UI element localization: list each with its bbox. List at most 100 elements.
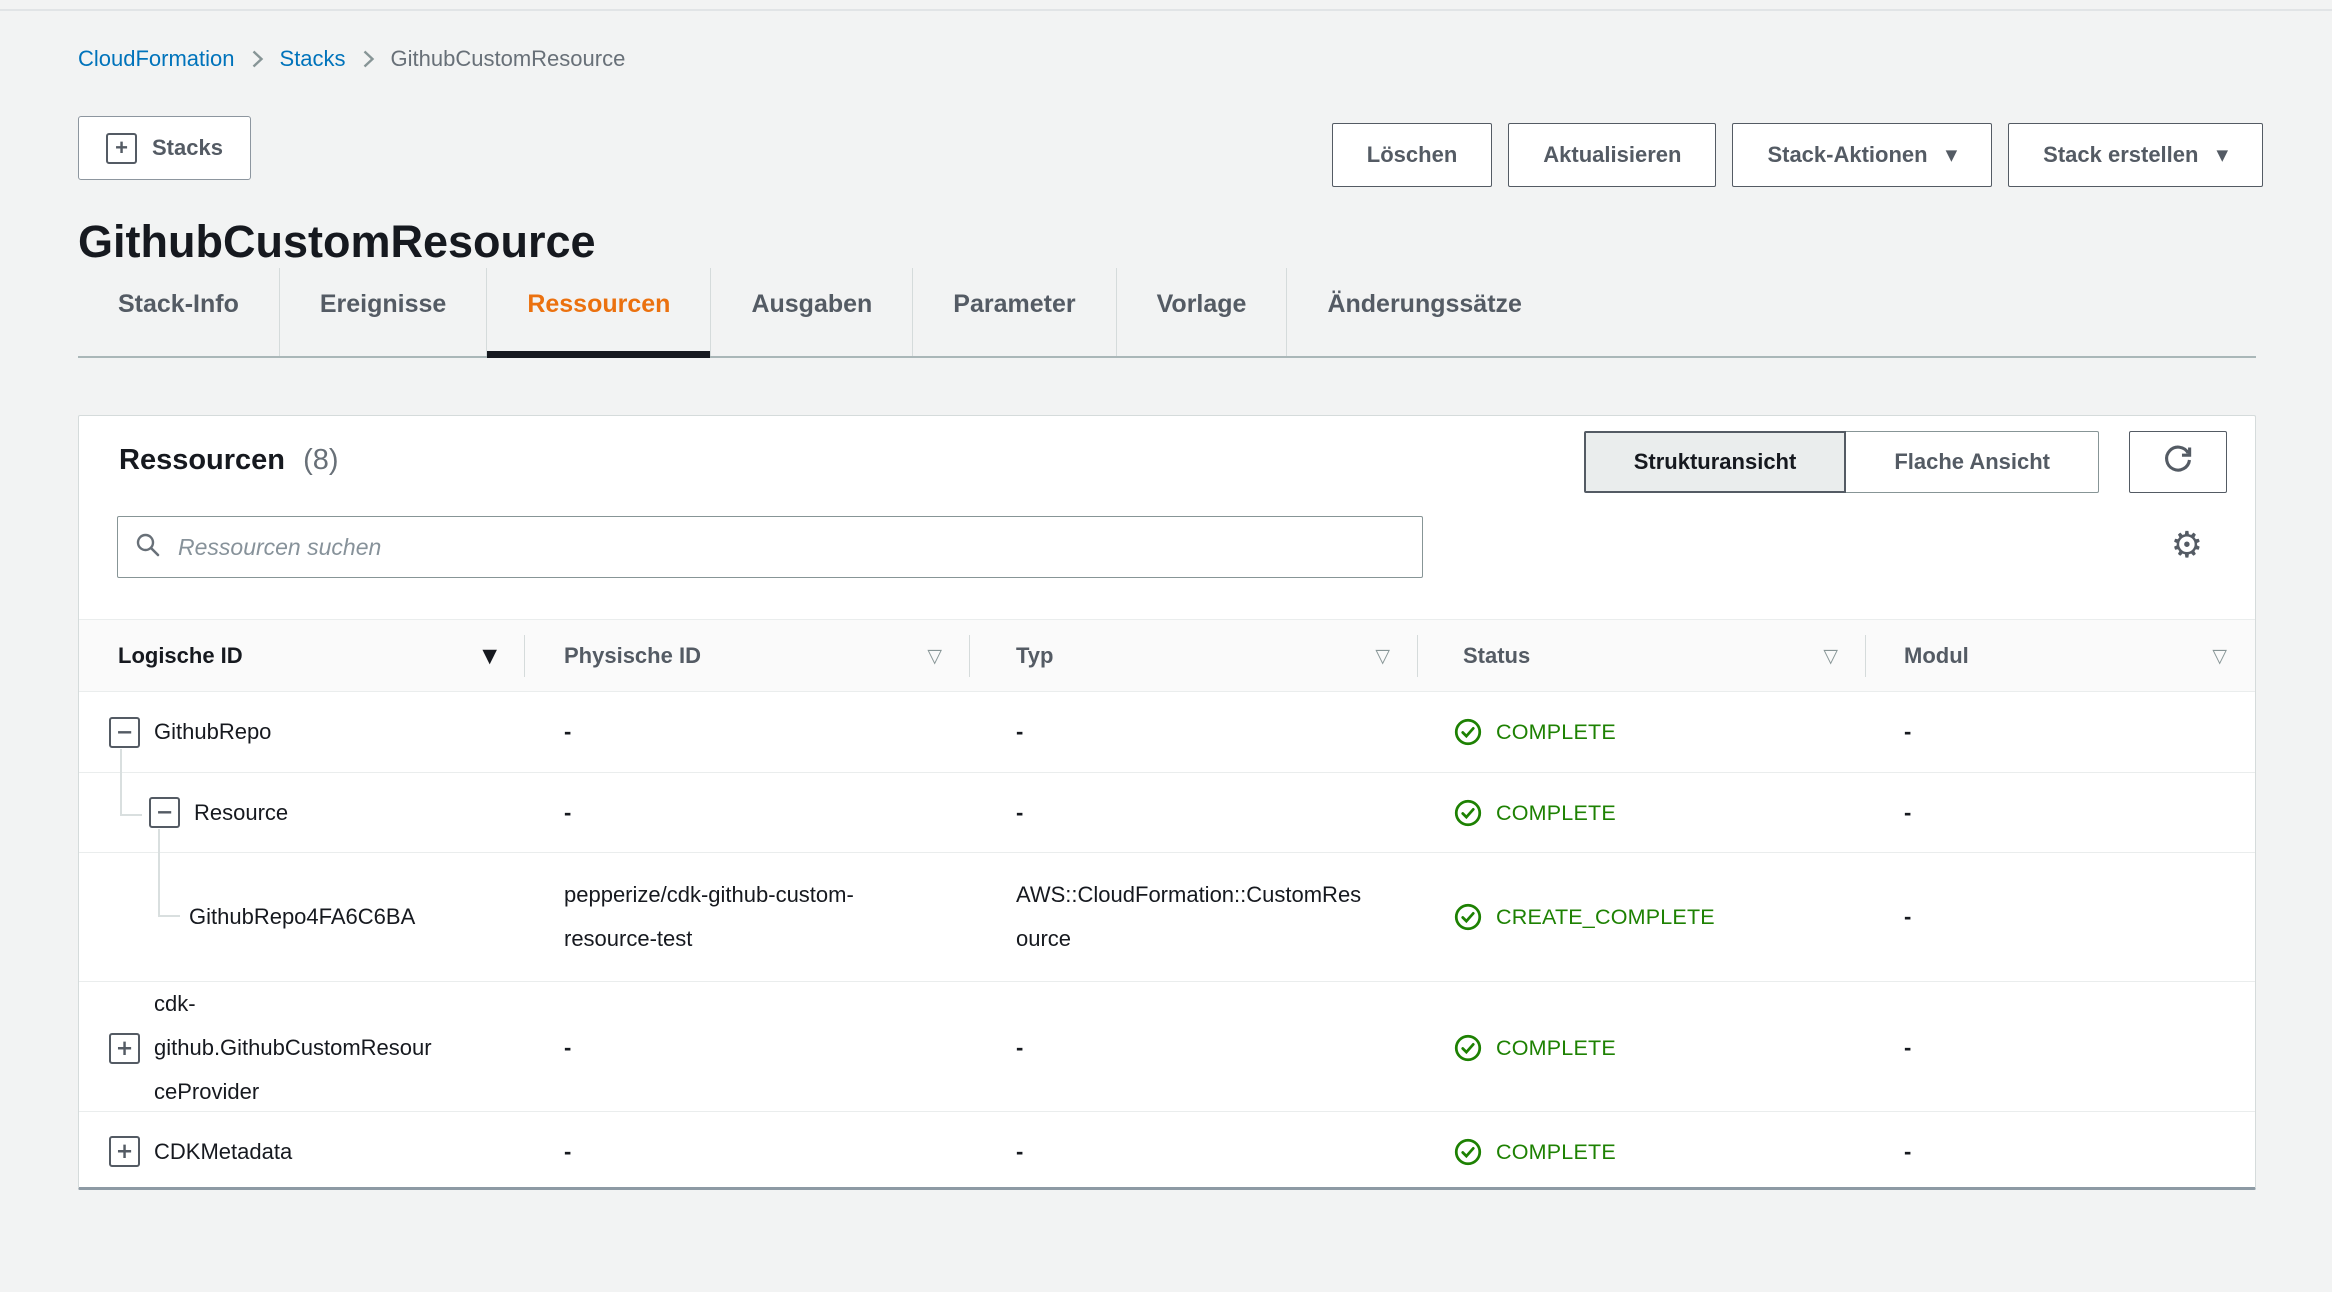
logical-id-text: GithubRepo xyxy=(154,710,271,754)
stack-actions-dropdown[interactable]: Stack-Aktionen ▼ xyxy=(1732,123,1992,187)
physical-id-cell: - xyxy=(525,1026,970,1070)
tree-guide-line xyxy=(120,814,142,816)
status-cell: COMPLETE xyxy=(1418,1130,1866,1174)
column-header-logische-id[interactable]: Logische ID ▼ xyxy=(79,620,525,691)
delete-button[interactable]: Löschen xyxy=(1332,123,1492,187)
module-cell: - xyxy=(1866,1130,2255,1174)
column-label: Status xyxy=(1463,643,1530,669)
status-text: COMPLETE xyxy=(1496,791,1616,835)
filter-icon: ▽ xyxy=(1823,645,1838,667)
search-icon xyxy=(134,531,162,564)
column-header-status[interactable]: Status ▽ xyxy=(1418,620,1866,691)
status-text: CREATE_COMPLETE xyxy=(1496,895,1715,939)
logical-id-cell: + cdk-github.GithubCustomResourceProvide… xyxy=(79,982,525,1114)
tree-view-toggle[interactable]: Strukturansicht xyxy=(1584,431,1847,493)
logical-id-cell: GithubRepo4FA6C6BA xyxy=(79,895,525,939)
panel-title-text: Ressourcen xyxy=(119,444,285,476)
column-label: Logische ID xyxy=(118,643,243,669)
tab-ereignisse[interactable]: Ereignisse xyxy=(279,268,486,356)
logical-id-cell: − Resource xyxy=(79,791,525,835)
status-cell: CREATE_COMPLETE xyxy=(1418,895,1866,939)
expand-plus-icon: + xyxy=(106,133,137,164)
tab-aenderungssaetze[interactable]: Änderungssätze xyxy=(1286,268,1561,356)
tree-guide-line xyxy=(120,749,122,816)
logical-id-text: cdk-github.GithubCustomResourceProvider xyxy=(154,982,434,1114)
success-icon xyxy=(1453,798,1483,828)
physical-id-cell: pepperize/cdk-github-custom-resource-tes… xyxy=(525,873,970,961)
column-label: Physische ID xyxy=(564,643,701,669)
tree-guide-line xyxy=(158,829,160,917)
search-input[interactable] xyxy=(176,533,1406,562)
logical-id-text: CDKMetadata xyxy=(154,1130,292,1174)
tree-guide-line xyxy=(158,915,180,917)
breadcrumb-link-stacks[interactable]: Stacks xyxy=(280,46,346,72)
table-row: − GithubRepo - - COMPLETE - xyxy=(79,692,2255,773)
column-header-typ[interactable]: Typ ▽ xyxy=(970,620,1418,691)
column-label: Modul xyxy=(1904,643,1969,669)
stack-actions-toolbar: Löschen Aktualisieren Stack-Aktionen ▼ S… xyxy=(1332,123,2263,187)
module-cell: - xyxy=(1866,1026,2255,1070)
success-icon xyxy=(1453,1137,1483,1167)
module-cell: - xyxy=(1866,791,2255,835)
panel-resource-count: (8) xyxy=(303,444,338,476)
breadcrumb: CloudFormation Stacks GithubCustomResour… xyxy=(78,46,625,72)
status-cell: COMPLETE xyxy=(1418,710,1866,754)
table-row: + cdk-github.GithubCustomResourceProvide… xyxy=(79,982,2255,1112)
filter-icon: ▽ xyxy=(927,645,942,667)
expand-plus-icon[interactable]: + xyxy=(109,1033,140,1064)
refresh-icon xyxy=(2161,443,2195,482)
physical-id-cell: - xyxy=(525,710,970,754)
column-header-physische-id[interactable]: Physische ID ▽ xyxy=(525,620,970,691)
logical-id-cell: + CDKMetadata xyxy=(79,1130,525,1174)
stack-detail-tabs: Stack-Info Ereignisse Ressourcen Ausgabe… xyxy=(78,268,2256,358)
breadcrumb-link-cloudformation[interactable]: CloudFormation xyxy=(78,46,235,72)
physical-id-cell: - xyxy=(525,791,970,835)
page-title: GithubCustomResource xyxy=(78,216,596,268)
filter-icon: ▽ xyxy=(1375,645,1390,667)
module-cell: - xyxy=(1866,895,2255,939)
table-row: + CDKMetadata - - COMPLETE - xyxy=(79,1112,2255,1191)
update-button[interactable]: Aktualisieren xyxy=(1508,123,1716,187)
type-cell: - xyxy=(970,791,1418,835)
tab-ausgaben[interactable]: Ausgaben xyxy=(710,268,912,356)
stacks-nav-label: Stacks xyxy=(152,135,223,161)
status-cell: COMPLETE xyxy=(1418,1026,1866,1070)
type-cell: AWS::CloudFormation::CustomResource xyxy=(970,873,1418,961)
tab-stack-info[interactable]: Stack-Info xyxy=(78,268,279,356)
expand-plus-icon[interactable]: + xyxy=(109,1136,140,1167)
collapse-minus-icon[interactable]: − xyxy=(109,717,140,748)
column-label: Typ xyxy=(1016,643,1053,669)
collapse-minus-icon[interactable]: − xyxy=(149,797,180,828)
module-cell: - xyxy=(1866,710,2255,754)
window-top-divider xyxy=(0,9,2332,11)
create-stack-label: Stack erstellen xyxy=(2043,142,2198,168)
caret-down-icon: ▼ xyxy=(2216,146,2228,164)
create-stack-dropdown[interactable]: Stack erstellen ▼ xyxy=(2008,123,2263,187)
logical-id-cell: − GithubRepo xyxy=(79,710,525,754)
resource-search xyxy=(117,516,1423,578)
column-header-modul[interactable]: Modul ▽ xyxy=(1866,620,2255,691)
caret-down-icon: ▼ xyxy=(1946,146,1958,164)
status-text: COMPLETE xyxy=(1496,1130,1616,1174)
success-icon xyxy=(1453,902,1483,932)
type-cell: - xyxy=(970,710,1418,754)
refresh-button[interactable] xyxy=(2129,431,2227,493)
filter-icon: ▽ xyxy=(2212,645,2227,667)
sort-desc-icon: ▼ xyxy=(482,645,497,667)
tab-parameter[interactable]: Parameter xyxy=(912,268,1115,356)
tab-ressourcen[interactable]: Ressourcen xyxy=(486,268,710,356)
flat-view-toggle[interactable]: Flache Ansicht xyxy=(1846,431,2099,493)
breadcrumb-current: GithubCustomResource xyxy=(391,46,626,72)
table-body: − GithubRepo - - COMPLETE - − Resource -… xyxy=(79,692,2255,1191)
table-header: Logische ID ▼ Physische ID ▽ Typ ▽ Statu… xyxy=(79,619,2255,692)
gear-icon[interactable]: ⚙ xyxy=(2171,528,2203,564)
stacks-nav-button[interactable]: + Stacks xyxy=(78,116,251,180)
type-cell: - xyxy=(970,1026,1418,1070)
view-toggle-group: Strukturansicht Flache Ansicht xyxy=(1584,431,2099,493)
success-icon xyxy=(1453,717,1483,747)
physical-id-cell: - xyxy=(525,1130,970,1174)
table-row: − Resource - - COMPLETE - xyxy=(79,773,2255,853)
tab-vorlage[interactable]: Vorlage xyxy=(1116,268,1287,356)
table-row: GithubRepo4FA6C6BA pepperize/cdk-github-… xyxy=(79,853,2255,982)
status-cell: COMPLETE xyxy=(1418,791,1866,835)
